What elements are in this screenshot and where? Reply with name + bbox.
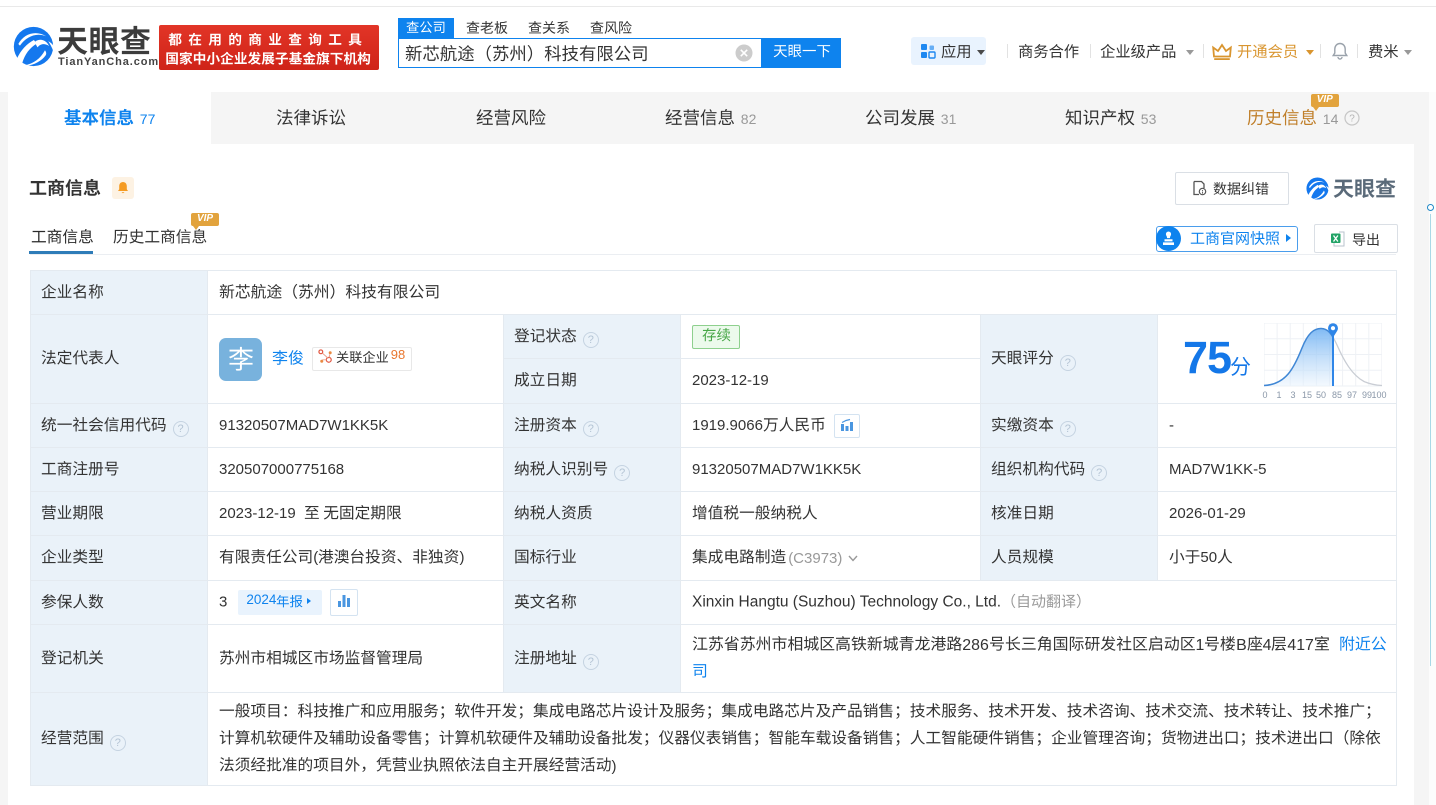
svg-text:?: ? bbox=[1349, 114, 1355, 125]
